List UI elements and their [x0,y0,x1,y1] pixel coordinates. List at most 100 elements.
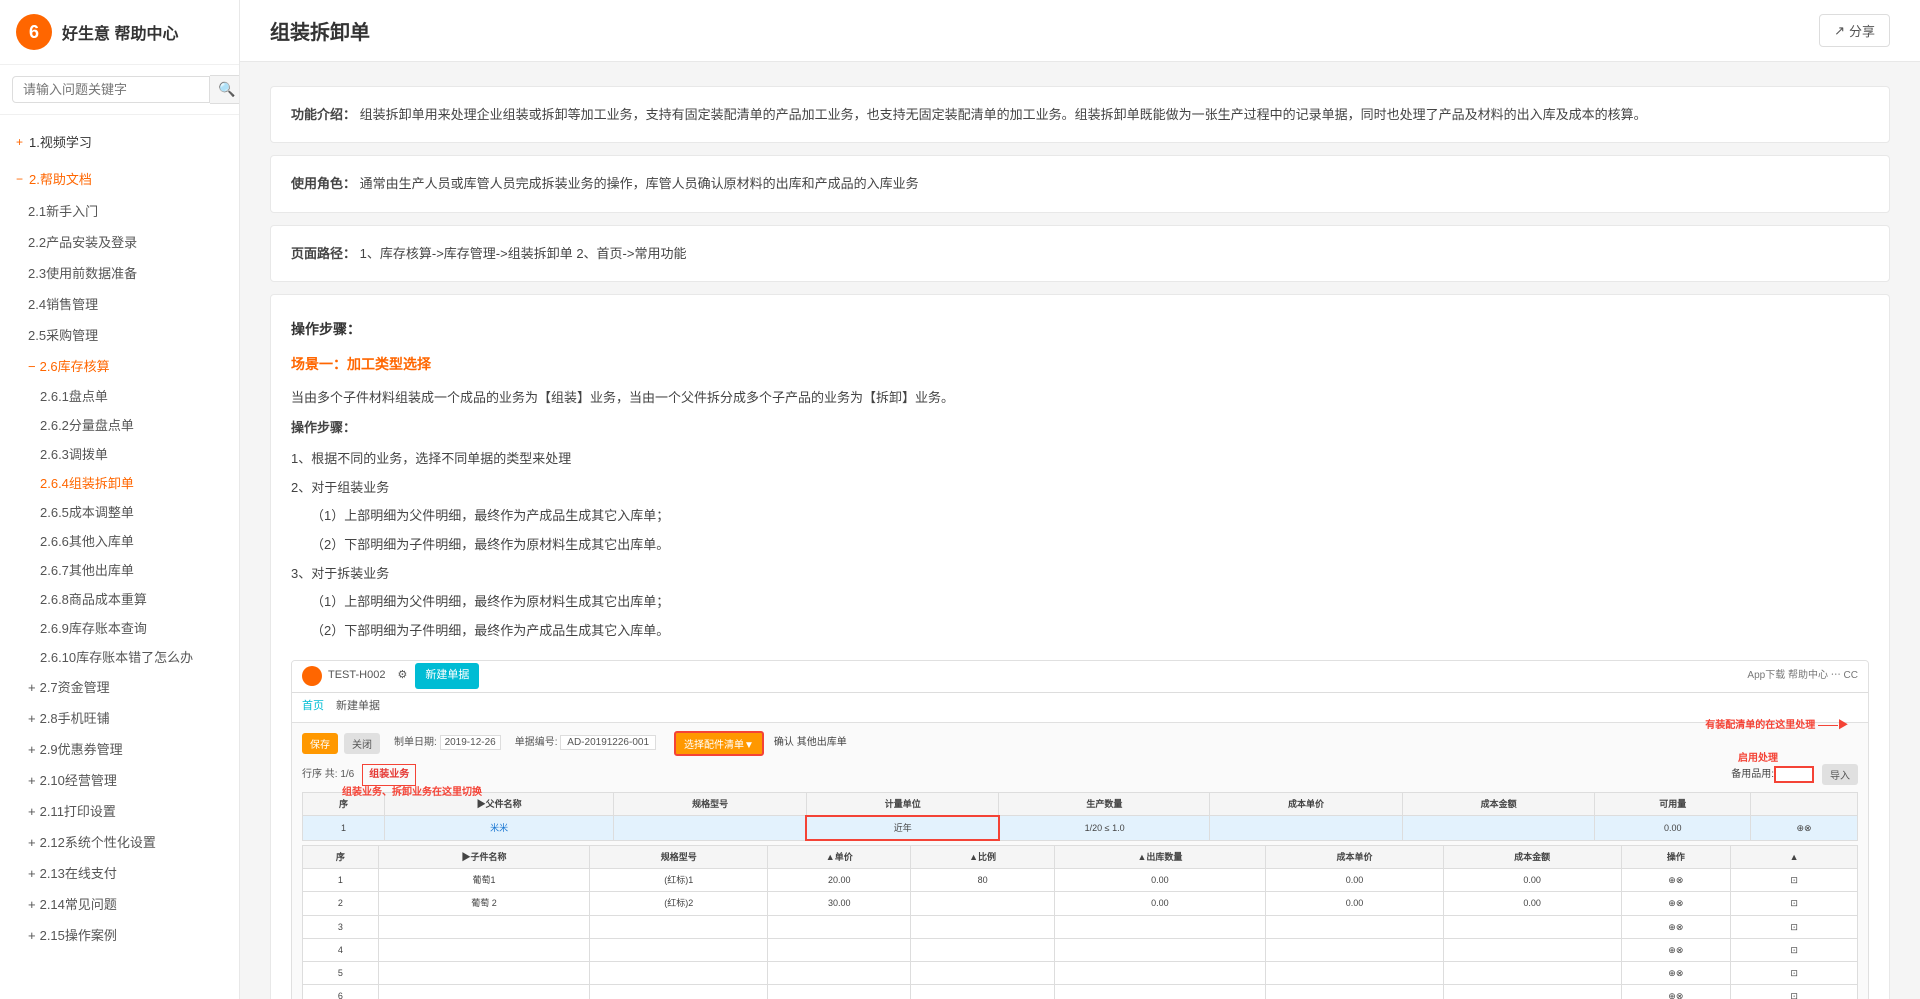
fake-save-btn: 保存 [302,733,338,754]
td2-2-ratio [911,892,1054,915]
td2-5-more: ⊡ [1731,962,1858,985]
sidebar-item-beginner[interactable]: 2.1新手入门 [0,195,239,226]
td2-5-ratio [911,962,1054,985]
td2-1-more: ⊡ [1731,869,1858,892]
fake-table-child: 序 ▶子件名称 规格型号 ▲单价 ▲比例 ▲出库数量 成本单价 成本金额 操作 [302,845,1858,999]
sidebar-item-cost-adjust[interactable]: 2.6.5成本调整单 [0,497,239,526]
td2-3-bar [590,915,768,938]
th2-seq: 序 [303,846,379,869]
th2-cost2: 成本单价 [1266,846,1444,869]
td2-6-bar [590,985,768,999]
td2-5-out [1054,962,1265,985]
td2-3-up [768,915,911,938]
ops-box: 操作步骤： 场景一：加工类型选择 当由多个子件材料组装成一个成品的业务为【组装】… [270,294,1890,999]
role-label: 使用角色： [291,176,356,191]
td2-2-seq: 2 [303,892,379,915]
sidebar-item-operation[interactable]: +2.10经营管理 [0,764,239,795]
annotation-right-mid: 启用处理 [1738,750,1778,768]
td2-4-out [1054,938,1265,961]
step-3-2: （2）下部明细为子件明细，最终作为产成品生成其它入库单。 [291,619,1869,644]
sidebar-item-other-inbound[interactable]: 2.6.6其他入库单 [0,526,239,555]
td2-5-total [1443,962,1621,985]
plus-icon: + [16,135,23,149]
sidebar-item-cases[interactable]: +2.15操作案例 [0,919,239,950]
sidebar-item-faq[interactable]: +2.14常见问题 [0,888,239,919]
fake-confirm-area: 确认 其他出库单 [774,734,847,752]
fake-close-btn: 关闭 [344,733,380,754]
minus-icon: − [16,172,23,186]
sidebar-item-inventory[interactable]: −2.6库存核算 [0,350,239,381]
fake-doc-id: 单据编号: AD-20191226-001 [515,734,656,752]
sidebar-item-video-learning[interactable]: + 1.视频学习 [0,125,239,158]
fake-app-name: TEST-H002 [328,666,385,686]
sidebar-item-label: 2.帮助文档 [29,169,92,188]
fake-type-select: 组装业务 [362,764,416,786]
td-seq-1: 1 [303,816,385,840]
td2-2-total: 0.00 [1443,892,1621,915]
sidebar-item-finance[interactable]: +2.7资金管理 [0,671,239,702]
td2-4-goods [378,938,590,961]
sidebar-item-partial-check[interactable]: 2.6.2分量盘点单 [0,410,239,439]
td2-6-seq: 6 [303,985,379,999]
sidebar-item-stock-check[interactable]: 2.6.1盘点单 [0,381,239,410]
sidebar-item-help-docs[interactable]: − 2.帮助文档 [0,162,239,195]
td2-2-cost: 0.00 [1266,892,1444,915]
fake-nav: 首页 新建单据 [292,693,1868,723]
share-icon: ↗ [1834,23,1845,39]
share-button[interactable]: ↗ 分享 [1819,14,1890,47]
th2-more: ▲ [1731,846,1858,869]
sidebar-item-other-outbound[interactable]: 2.6.7其他出库单 [0,555,239,584]
td-sku-1 [614,816,807,840]
fake-app-bar: TEST-H002 ⚙ 新建单据 App下载 帮助中心 ⋯ CC [292,661,1868,693]
th-action [1751,792,1858,816]
sidebar-item-print[interactable]: +2.11打印设置 [0,795,239,826]
fake-table-parent: 序 ▶父件名称 规格型号 计量单位 生产数量 成本单价 成本金额 可用量 [302,792,1858,841]
td-prod-1: 1/20 ≤ 1.0 [999,816,1210,840]
sidebar-item-assembly[interactable]: 2.6.4组装拆卸单 [0,468,239,497]
sidebar-item-coupon[interactable]: +2.9优惠券管理 [0,733,239,764]
sidebar-item-install[interactable]: 2.2产品安装及登录 [0,226,239,257]
td2-1-goods: 葡萄1 [378,869,590,892]
td2-6-up [768,985,911,999]
fake-type-row: 行序 共: 1/6 组装业务 组装业务、拆卸业务在这里切换 备用品用: 导入 启… [302,764,1858,786]
logo-bar: 6 好生意 帮助中心 [0,0,239,65]
td2-6-total [1443,985,1621,999]
td2-3-more: ⊡ [1731,915,1858,938]
th-prod-qty: 生产数量 [999,792,1210,816]
search-bar: 🔍 [0,65,239,115]
td2-4-more: ⊡ [1731,938,1858,961]
td2-2-up: 30.00 [768,892,911,915]
sidebar-item-purchase[interactable]: 2.5采购管理 [0,319,239,350]
sidebar-item-label: 1.视频学习 [29,132,92,151]
th2-barcode: 规格型号 [590,846,768,869]
th2-unit: ▲单价 [768,846,911,869]
td2-1-bar: (红标)1 [590,869,768,892]
th2-goods: ▶子件名称 [378,846,590,869]
td2-2-act: ⊕⊗ [1621,892,1731,915]
th2-out-qty: ▲出库数量 [1054,846,1265,869]
step-3-1: （1）上部明细为父件明细，最终作为原材料生成其它出库单； [291,590,1869,615]
sidebar-item-payment[interactable]: +2.13在线支付 [0,857,239,888]
sidebar-item-inv-ledger[interactable]: 2.6.9库存账本查询 [0,613,239,642]
screenshot-image: TEST-H002 ⚙ 新建单据 App下载 帮助中心 ⋯ CC 首页 新建单据 [292,661,1868,999]
sidebar-item-inv-fix[interactable]: 2.6.10库存账本错了怎么办 [0,642,239,671]
fake-nav-new-doc: 新建单据 [336,697,380,717]
td2-2-bar: (红标)2 [590,892,768,915]
search-button[interactable]: 🔍 [210,75,240,104]
sidebar-item-sales[interactable]: 2.4销售管理 [0,288,239,319]
sidebar-item-customize[interactable]: +2.12系统个性化设置 [0,826,239,857]
sidebar-item-data-prep[interactable]: 2.3使用前数据准备 [0,257,239,288]
logo-text: 好生意 帮助中心 [62,20,178,44]
td2-5-goods [378,962,590,985]
td-avail-1: 0.00 [1595,816,1751,840]
search-input[interactable] [12,76,210,103]
td2-3-cost [1266,915,1444,938]
sidebar-item-cost-recalc[interactable]: 2.6.8商品成本重算 [0,584,239,613]
ops-steps-title: 操作步骤： [291,416,1869,441]
td2-1-ratio: 80 [911,869,1054,892]
sidebar-item-mobile[interactable]: +2.8手机旺铺 [0,702,239,733]
td2-4-cost [1266,938,1444,961]
th2-act2: 操作 [1621,846,1731,869]
sidebar-item-transfer[interactable]: 2.6.3调拨单 [0,439,239,468]
fake-status: ⚙ [397,666,407,686]
